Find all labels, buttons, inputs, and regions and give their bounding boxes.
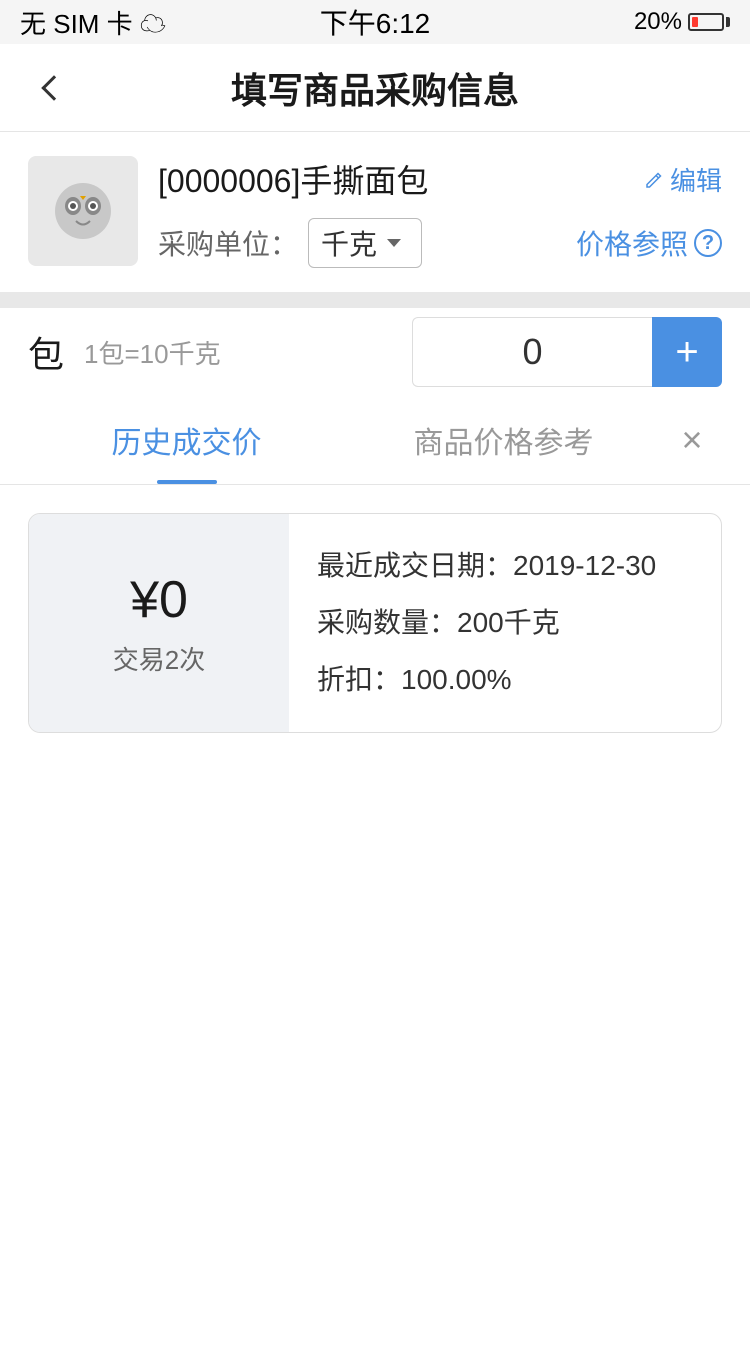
quantity-plus-button[interactable]: +	[652, 317, 722, 387]
page-title: 填写商品采购信息	[231, 62, 519, 114]
history-price: ¥0	[130, 570, 188, 630]
unit-left: 采购单位： 千克	[158, 218, 422, 268]
back-arrow-icon	[41, 75, 66, 100]
nav-header: 填写商品采购信息	[0, 44, 750, 132]
history-left: ¥0 交易2次	[29, 514, 289, 732]
quantity-row: 包 1包=10千克 0 +	[0, 308, 750, 396]
price-ref-button[interactable]: 价格参照 ?	[576, 223, 722, 263]
divider	[0, 292, 750, 308]
status-right: 20%	[634, 8, 730, 36]
edit-icon	[644, 168, 666, 190]
product-section: [0000006]手撕面包 编辑 采购单位： 千克 价格参照 ?	[0, 132, 750, 292]
unit-label: 采购单位：	[158, 223, 298, 263]
status-time: 下午6:12	[320, 2, 431, 42]
history-right: 最近成交日期：2019-12-30 采购数量：200千克 折扣：100.00%	[289, 514, 721, 732]
quantity-input-group: 0 +	[412, 317, 722, 387]
tab-product-price-ref[interactable]: 商品价格参考	[345, 396, 662, 484]
quantity-unit-desc: 1包=10千克	[84, 334, 392, 371]
history-card: ¥0 交易2次 最近成交日期：2019-12-30 采购数量：200千克 折扣：…	[28, 513, 722, 733]
tab-close-button[interactable]: ×	[662, 410, 722, 470]
price-ref-help-icon: ?	[694, 229, 722, 257]
tabs-container: 历史成交价 商品价格参考 × ¥0 交易2次 最近成交日期：2019-12-30	[0, 396, 750, 761]
history-purchase-qty: 采购数量：200千克	[317, 601, 693, 646]
history-recent-date: 最近成交日期：2019-12-30	[317, 544, 693, 589]
product-image	[28, 156, 138, 266]
quantity-input[interactable]: 0	[412, 317, 652, 387]
tab-history-price[interactable]: 历史成交价	[28, 396, 345, 484]
bottom-space	[0, 761, 750, 1361]
status-bar: 无 SIM 卡 ☁ 下午6:12 20%	[0, 0, 750, 44]
tabs-header: 历史成交价 商品价格参考 ×	[0, 396, 750, 485]
unit-select-arrow-icon	[387, 239, 401, 247]
battery-icon	[688, 13, 730, 31]
history-trades: 交易2次	[113, 640, 205, 677]
quantity-unit-label: 包	[28, 326, 64, 378]
unit-select[interactable]: 千克	[308, 218, 422, 268]
tab-content-history: ¥0 交易2次 最近成交日期：2019-12-30 采购数量：200千克 折扣：…	[0, 485, 750, 761]
product-info: [0000006]手撕面包 编辑 采购单位： 千克 价格参照 ?	[158, 156, 722, 268]
back-button[interactable]	[20, 58, 80, 118]
product-name: [0000006]手撕面包	[158, 156, 428, 202]
status-signal: 无 SIM 卡 ☁	[20, 4, 166, 41]
close-icon: ×	[681, 422, 702, 458]
edit-button[interactable]: 编辑	[644, 161, 722, 198]
history-discount: 折扣：100.00%	[317, 658, 693, 703]
product-logo-icon	[48, 176, 118, 246]
tab-underline	[157, 480, 217, 484]
status-battery-percent: 20%	[634, 8, 682, 36]
